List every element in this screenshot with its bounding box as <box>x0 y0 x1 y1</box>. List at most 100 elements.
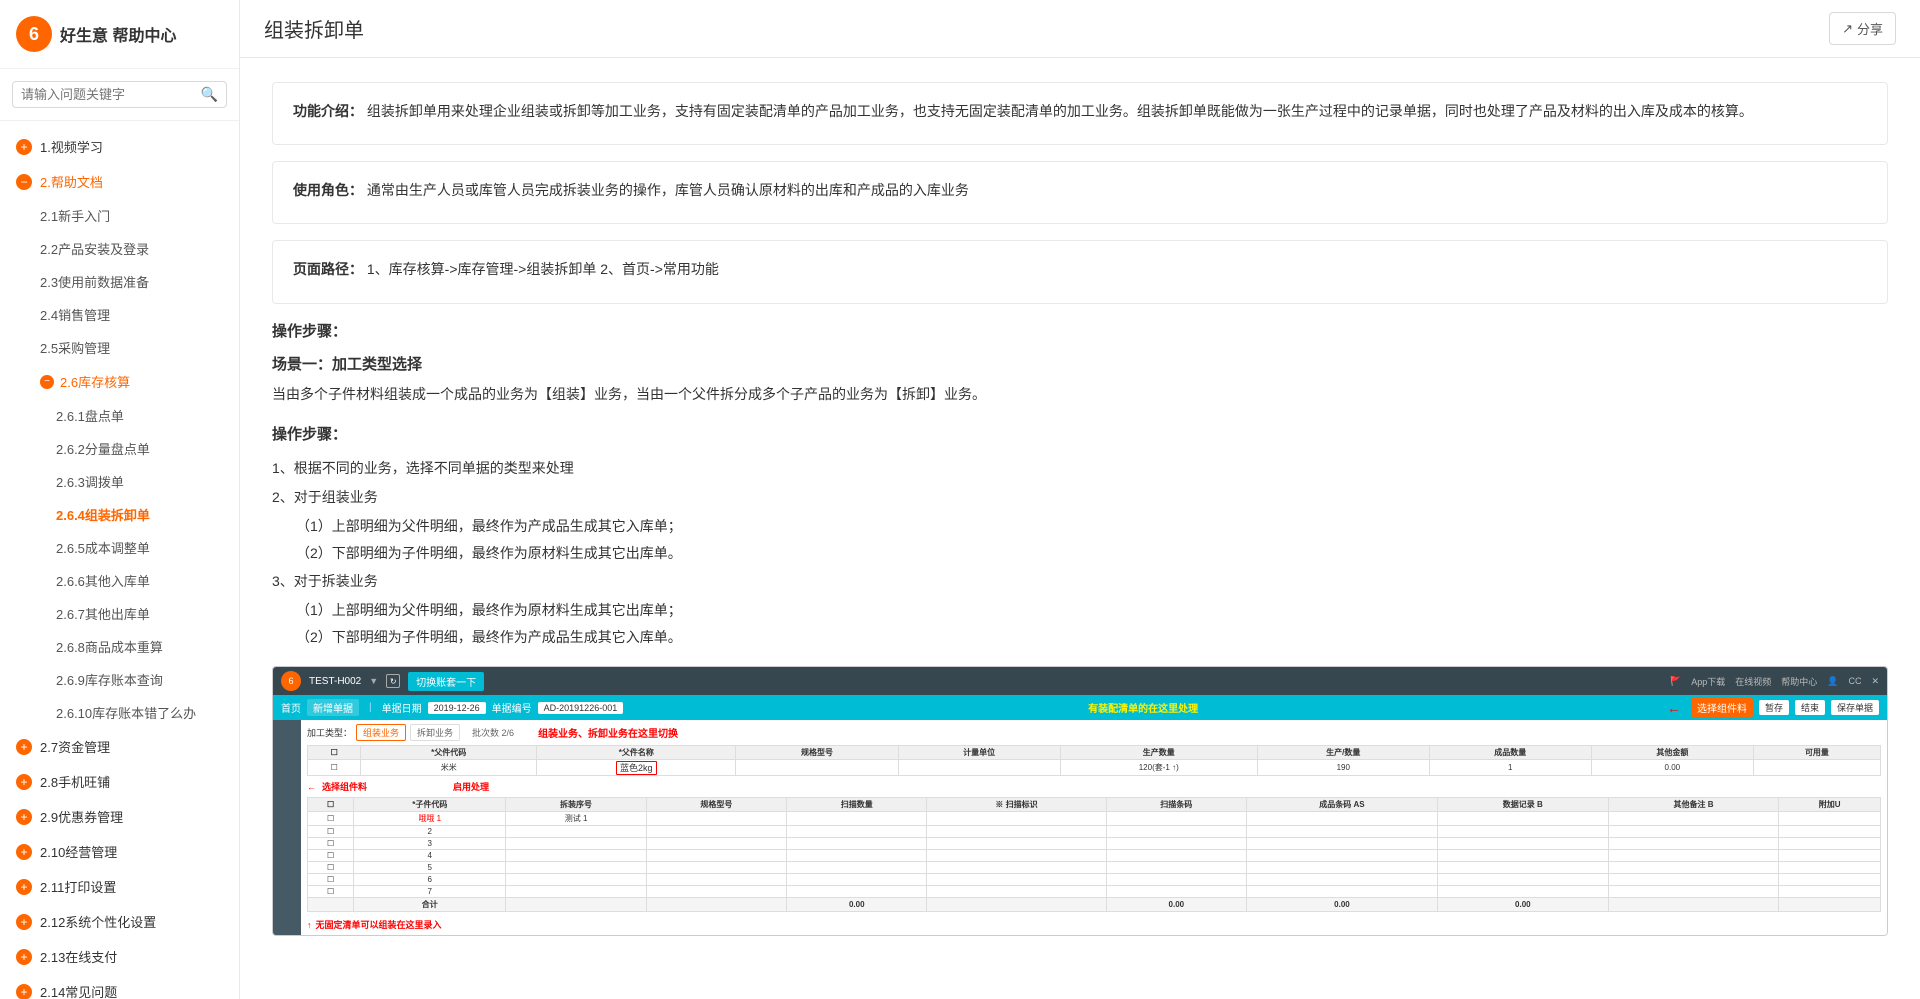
field-num-value[interactable]: AD-20191226-001 <box>538 702 624 714</box>
sidebar-sub-2-6-8[interactable]: 2.6.8商品成本重算 <box>0 630 239 663</box>
sidebar-sub-2-6-4[interactable]: 2.6.4组装拆卸单 <box>0 498 239 531</box>
annotation-2-text: 选择组件料 <box>322 780 367 793</box>
sidebar-2-7-label: 2.7资金管理 <box>40 737 110 756</box>
sidebar-item-video-label: 1.视频学习 <box>40 137 103 156</box>
share-icon: ↗ <box>1842 21 1853 37</box>
sidebar-sub-2-3[interactable]: 2.3使用前数据准备 <box>0 265 239 298</box>
sidebar-sub-2-6-3[interactable]: 2.6.3调拨单 <box>0 465 239 498</box>
step-3: 3、对于拆装业务 <box>272 569 1888 594</box>
cell-amt: 0.00 <box>1591 760 1753 776</box>
annotation-1-text: 有装配清单的在这里处理 <box>629 700 1657 715</box>
sidebar-sub-2-5[interactable]: 2.5采购管理 <box>0 331 239 364</box>
sub-tab-docs[interactable]: 新增单据 <box>307 699 359 716</box>
save-doc-btn[interactable]: 保存单据 <box>1831 700 1879 715</box>
app-header-left: 6 TEST-H002 ▼ ↻ 切换账套一下 <box>281 671 484 691</box>
user-cc: CC <box>1848 676 1861 686</box>
help-center[interactable]: 帮助中心 <box>1781 675 1817 688</box>
sidebar-sub-2-2[interactable]: 2.2产品安装及登录 <box>0 232 239 265</box>
plus-icon: + <box>16 139 32 155</box>
temp-save-btn[interactable]: 暂存 <box>1759 700 1789 715</box>
sidebar-2-12-label: 2.12系统个性化设置 <box>40 912 156 931</box>
lcol-disassemble-seq: 拆装序号 <box>506 798 646 812</box>
sidebar-sub-2-6-2[interactable]: 2.6.2分量盘点单 <box>0 432 239 465</box>
online-video[interactable]: 在线视频 <box>1735 675 1771 688</box>
step-2-1: （1）上部明细为父件明细，最终作为产成品生成其它入库单； <box>272 514 1888 539</box>
lcol-notes: 其他备注 B <box>1608 798 1779 812</box>
cell-code: 米米 <box>361 760 537 776</box>
plus-icon-2-8: + <box>16 774 32 790</box>
sidebar-item-2-13[interactable]: + 2.13在线支付 <box>0 939 239 974</box>
cell-unit <box>898 760 1060 776</box>
ops-title: 操作步骤： <box>272 320 1888 341</box>
sidebar-item-2-11[interactable]: + 2.11打印设置 <box>0 869 239 904</box>
cell-avail <box>1753 760 1880 776</box>
lcol-extra: 附加U <box>1779 798 1881 812</box>
annotation-4-text: 启用处理 <box>453 780 489 793</box>
annotation-select-component: ← <box>307 782 316 792</box>
sidebar-item-2-8[interactable]: + 2.8手机旺铺 <box>0 764 239 799</box>
cell-prod: 120(套-1 ↑) <box>1060 760 1257 776</box>
sidebar-sub-2-6-1[interactable]: 2.6.1盘点单 <box>0 399 239 432</box>
sidebar-item-2-10[interactable]: + 2.10经营管理 <box>0 834 239 869</box>
app-logo-icon: 6 <box>16 16 52 52</box>
select-component-btn[interactable]: 选择组件料 <box>1691 698 1753 717</box>
disassemble-type-toggle[interactable]: 拆卸业务 <box>410 724 460 741</box>
field-date-value[interactable]: 2019-12-26 <box>428 702 486 714</box>
lower-row-2: ☐2 <box>308 826 1881 838</box>
close-icon[interactable]: ✕ <box>1871 676 1879 687</box>
assemble-type-toggle[interactable]: 组装业务 <box>356 724 406 741</box>
lcol-spec: 规格型号 <box>646 798 786 812</box>
cell-finish: 1 <box>1429 760 1591 776</box>
app-download[interactable]: App下载 <box>1691 675 1725 688</box>
sidebar-item-2-6[interactable]: − 2.6库存核算 <box>0 364 239 399</box>
annotated-input[interactable]: 蓝色2kg <box>616 761 657 775</box>
search-box: 🔍 <box>12 81 227 108</box>
plus-icon-2-11: + <box>16 879 32 895</box>
sidebar-item-2-7[interactable]: + 2.7资金管理 <box>0 729 239 764</box>
search-input[interactable] <box>21 87 201 102</box>
col-parent-name: *父件名称 <box>537 746 736 760</box>
field-num-label: 单据编号 <box>492 700 532 715</box>
lcol-check: ☐ <box>308 798 354 812</box>
lower-table-header: ☐ *子件代码 拆装序号 规格型号 扫描数量 ※ 扫描标识 扫描条码 成品条码 … <box>308 798 1881 812</box>
search-icon[interactable]: 🔍 <box>201 86 218 103</box>
share-button[interactable]: ↗ 分享 <box>1829 12 1896 45</box>
dropdown-icon: ▼ <box>369 676 378 686</box>
cell-spec <box>736 760 898 776</box>
app-screenshot: 6 TEST-H002 ▼ ↻ 切换账套一下 🚩 App下载 在线视频 帮助中心… <box>272 666 1888 936</box>
user-icon: 👤 <box>1827 676 1838 687</box>
sidebar-sub-2-6-10[interactable]: 2.6.10库存账本错了么办 <box>0 696 239 729</box>
refresh-icon: ↻ <box>386 674 400 688</box>
sidebar-item-2-9[interactable]: + 2.9优惠券管理 <box>0 799 239 834</box>
app-sidebar-mini <box>273 720 301 935</box>
col-spec: 规格型号 <box>736 746 898 760</box>
upper-table: ☐ *父件代码 *父件名称 规格型号 计量单位 生产数量 生产/数量 成品数量 <box>307 745 1881 776</box>
sidebar-sub-2-4[interactable]: 2.4销售管理 <box>0 298 239 331</box>
company-name: TEST-H002 <box>309 676 361 687</box>
form-line-1: 加工类型： 组装业务 拆卸业务 批次数 2/6 组装业务、拆卸业务在这里切换 <box>307 724 1881 741</box>
end-btn[interactable]: 结束 <box>1795 700 1825 715</box>
cell-check: ☐ <box>308 760 361 776</box>
sidebar-item-2-12[interactable]: + 2.12系统个性化设置 <box>0 904 239 939</box>
plus-icon-2-9: + <box>16 809 32 825</box>
lcol-scan-code: 扫描条码 <box>1106 798 1246 812</box>
sidebar-item-video[interactable]: + 1.视频学习 <box>0 129 239 164</box>
sidebar-sub-2-1[interactable]: 2.1新手入门 <box>0 199 239 232</box>
step-2-2: （2）下部明细为子件明细，最终作为原材料生成其它出库单。 <box>272 541 1888 566</box>
sidebar-2-9-label: 2.9优惠券管理 <box>40 807 123 826</box>
annotation-5-arrow: ↑ <box>307 920 312 930</box>
switch-btn[interactable]: 切换账套一下 <box>408 672 484 691</box>
lcol-sub-code: *子件代码 <box>354 798 506 812</box>
sidebar-item-2-14[interactable]: + 2.14常见问题 <box>0 974 239 999</box>
lower-row-3: ☐3 <box>308 838 1881 850</box>
sub-tab-home[interactable]: 首页 <box>281 700 301 715</box>
sidebar-sub-2-6-6[interactable]: 2.6.6其他入库单 <box>0 564 239 597</box>
lower-row-7: ☐7 <box>308 886 1881 898</box>
sidebar-2-13-label: 2.13在线支付 <box>40 947 117 966</box>
sidebar-sub-2-6-7[interactable]: 2.6.7其他出库单 <box>0 597 239 630</box>
sidebar-sub-2-6-5[interactable]: 2.6.5成本调整单 <box>0 531 239 564</box>
sidebar-sub-2-6-9[interactable]: 2.6.9库存账本查询 <box>0 663 239 696</box>
step-3-1: （1）上部明细为父件明细，最终作为原材料生成其它出库单； <box>272 598 1888 623</box>
sidebar-item-help-docs[interactable]: − 2.帮助文档 <box>0 164 239 199</box>
col-parent-code: *父件代码 <box>361 746 537 760</box>
